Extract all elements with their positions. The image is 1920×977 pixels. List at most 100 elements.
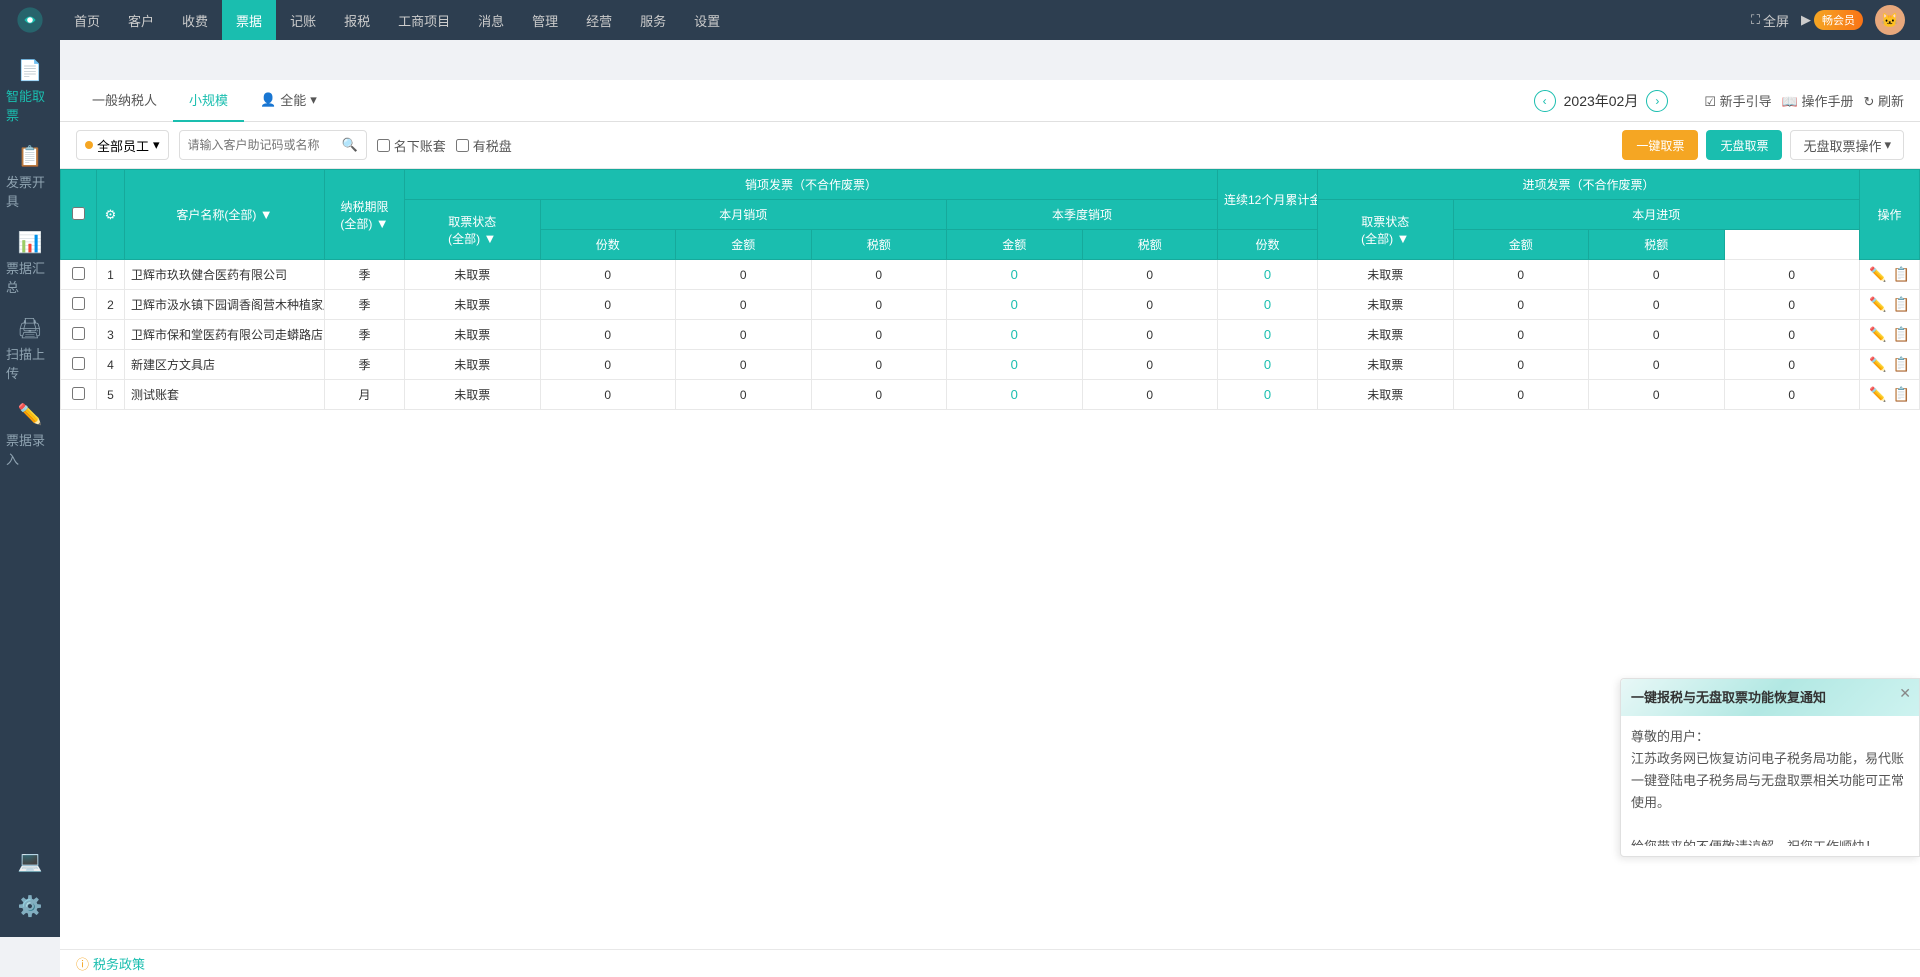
employee-select[interactable]: 全部员工 (76, 130, 169, 160)
tab-small-scale[interactable]: 小规模 (173, 80, 244, 122)
row-month-income-tax: 0 (1724, 380, 1860, 410)
next-month-btn[interactable]: › (1646, 90, 1668, 112)
toolbar-right: 一键取票 无盘取票 无盘取票操作 (1622, 130, 1904, 160)
notification-close-btn[interactable]: ✕ (1899, 685, 1911, 702)
row-period: 季 (325, 260, 405, 290)
tax-policy-link[interactable]: 税务政策 (93, 954, 145, 973)
sidebar-item-settings[interactable]: ⚙️ (2, 886, 58, 927)
nav-business[interactable]: 工商项目 (384, 0, 464, 40)
row-period: 季 (325, 350, 405, 380)
row-month-income-pcs: 0 (1453, 320, 1589, 350)
nav-message[interactable]: 消息 (464, 0, 518, 40)
filter-icon-period[interactable]: ▼ (376, 216, 389, 231)
row-period: 月 (325, 380, 405, 410)
search-icon[interactable]: 🔍 (342, 137, 358, 153)
sidebar-item-scan-upload[interactable]: 🖨 扫描上传 (2, 308, 58, 390)
tax-disk-checkbox[interactable]: 有税盘 (456, 136, 512, 155)
filter-icon-sale-status[interactable]: ▼ (483, 231, 496, 246)
th-sale-tax: 税额 (811, 230, 947, 260)
row-month-income-amt: 0 (1589, 350, 1725, 380)
nav-home[interactable]: 首页 (60, 0, 114, 40)
row-checkbox[interactable] (61, 290, 97, 320)
edit-icon[interactable]: ✏️ (1869, 266, 1886, 283)
row-month-income-tax: 0 (1724, 260, 1860, 290)
notification-greeting: 尊敬的用户： (1631, 726, 1909, 748)
row-sale-status: 未取票 (405, 350, 541, 380)
row-cum12: 0 (1218, 320, 1318, 350)
th-quarter-tax: 税额 (1082, 230, 1218, 260)
row-month-income-amt: 0 (1589, 380, 1725, 410)
no-disk-ticket-btn[interactable]: 无盘取票 (1706, 130, 1782, 160)
nav-settings[interactable]: 设置 (680, 0, 734, 40)
detail-icon[interactable]: 📋 (1893, 326, 1910, 343)
edit-icon[interactable]: ✏️ (1869, 326, 1886, 343)
filter-icon-income-status[interactable]: ▼ (1396, 231, 1409, 246)
own-account-checkbox[interactable]: 名下账套 (377, 136, 446, 155)
table-row: 2 卫辉市汲水镇下园调香阁营木种植家庭农场 季 未取票 0 0 0 0 0 0 … (61, 290, 1920, 320)
row-index: 1 (97, 260, 125, 290)
select-all-checkbox[interactable] (72, 207, 85, 220)
manual-link[interactable]: 📖 操作手册 (1782, 91, 1854, 110)
detail-icon[interactable]: 📋 (1893, 296, 1910, 313)
sidebar-item-monitor[interactable]: 💻 (2, 841, 58, 882)
nav-customer[interactable]: 客户 (114, 0, 168, 40)
detail-icon[interactable]: 📋 (1893, 356, 1910, 373)
row-actions: ✏️ 📋 (1860, 380, 1920, 410)
sidebar-item-invoice-issue[interactable]: 📋 发票开具 (2, 136, 58, 218)
nav-invoice[interactable]: 票据 (222, 0, 276, 40)
no-disk-operation-btn[interactable]: 无盘取票操作 (1790, 130, 1904, 160)
row-quarter-sale-tax: 0 (1082, 380, 1218, 410)
smart-ticket-icon: 📄 (18, 58, 43, 83)
nav-tax[interactable]: 报税 (330, 0, 384, 40)
tab-all-capable[interactable]: 👤 全能 (244, 80, 333, 122)
th-sale-status: 取票状态(全部) ▼ (405, 200, 541, 260)
notification-scroll[interactable]: 尊敬的用户： 江苏政务网已恢复访问电子税务局功能，易代账一键登陆电子税务局与无盘… (1631, 726, 1909, 846)
detail-icon[interactable]: 📋 (1893, 386, 1910, 403)
status-icon: ⓘ (76, 954, 89, 973)
row-checkbox[interactable] (61, 380, 97, 410)
tab-general-taxpayer[interactable]: 一般纳税人 (76, 80, 173, 122)
row-income-status: 未取票 (1318, 350, 1454, 380)
vip-btn[interactable]: ▶ 畅会员 (1801, 10, 1863, 30)
sidebar-item-ticket-entry[interactable]: ✏️ 票据录入 (2, 394, 58, 476)
row-month-income-pcs: 0 (1453, 290, 1589, 320)
row-month-income-amt: 0 (1589, 290, 1725, 320)
th-sale-group: 销项发票（不合作废票） (405, 170, 1218, 200)
avatar[interactable]: 🐱 (1875, 5, 1905, 35)
edit-icon[interactable]: ✏️ (1869, 386, 1886, 403)
new-guide-link[interactable]: ☑ 新手引导 (1704, 91, 1771, 110)
prev-month-btn[interactable]: ‹ (1534, 90, 1556, 112)
nav-operation[interactable]: 经营 (572, 0, 626, 40)
nav-items: 首页 客户 收费 票据 记账 报税 工商项目 消息 管理 经营 服务 设置 (60, 0, 1751, 40)
one-key-ticket-btn[interactable]: 一键取票 (1622, 130, 1698, 160)
row-checkbox[interactable] (61, 350, 97, 380)
table-row: 5 测试账套 月 未取票 0 0 0 0 0 0 未取票 0 0 0 ✏️ 📋 (61, 380, 1920, 410)
row-quarter-sale-amt: 0 (947, 380, 1083, 410)
edit-icon[interactable]: ✏️ (1869, 356, 1886, 373)
nav-fee[interactable]: 收费 (168, 0, 222, 40)
nav-service[interactable]: 服务 (626, 0, 680, 40)
logo[interactable] (10, 0, 50, 40)
table-body: 1 卫辉市玖玖健合医药有限公司 季 未取票 0 0 0 0 0 0 未取票 0 … (61, 260, 1920, 410)
toolbar: 全部员工 🔍 名下账套 有税盘 一键取票 无盘取票 无盘取票操作 (60, 122, 1920, 169)
row-month-income-tax: 0 (1724, 350, 1860, 380)
fullscreen-btn[interactable]: ⛶ 全屏 (1751, 11, 1789, 30)
settings-col-icon[interactable]: ⚙ (105, 207, 117, 222)
search-input[interactable] (188, 138, 338, 152)
filter-icon-customer[interactable]: ▼ (260, 207, 273, 222)
row-quarter-sale-amt: 0 (947, 290, 1083, 320)
th-tax-period: 纳税期限(全部) ▼ (325, 170, 405, 260)
row-cum12: 0 (1218, 260, 1318, 290)
row-month-sale-pcs: 0 (540, 320, 676, 350)
sidebar-item-smart-ticket[interactable]: 📄 智能取票 (2, 50, 58, 132)
edit-icon[interactable]: ✏️ (1869, 296, 1886, 313)
sidebar-item-ticket-summary[interactable]: 📊 票据汇总 (2, 222, 58, 304)
th-income-amt: 金额 (1453, 230, 1589, 260)
nav-manage[interactable]: 管理 (518, 0, 572, 40)
detail-icon[interactable]: 📋 (1893, 266, 1910, 283)
refresh-link[interactable]: ↻ 刷新 (1863, 91, 1904, 110)
nav-accounting[interactable]: 记账 (276, 0, 330, 40)
row-checkbox[interactable] (61, 260, 97, 290)
invoice-issue-icon: 📋 (18, 144, 43, 169)
row-checkbox[interactable] (61, 320, 97, 350)
